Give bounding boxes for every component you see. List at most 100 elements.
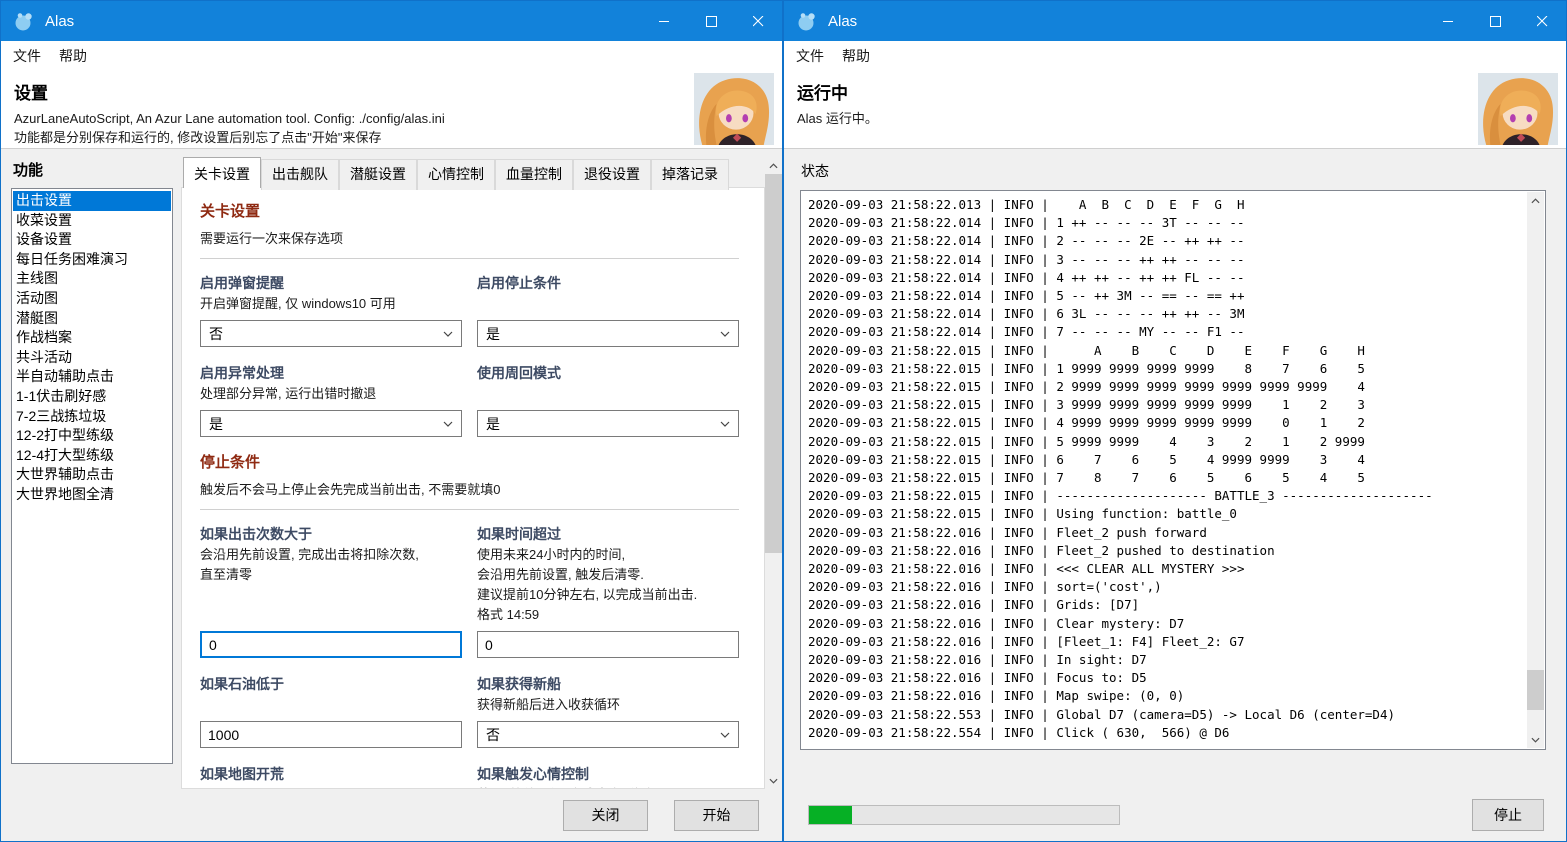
- menu-item[interactable]: 帮助: [50, 42, 96, 70]
- minimize-button[interactable]: [1425, 1, 1472, 41]
- log-line: 2020-09-03 21:58:22.015 | INFO | -------…: [808, 487, 1525, 505]
- sidebar-item[interactable]: 每日任务困难演习: [13, 250, 171, 270]
- log-line: 2020-09-03 21:58:22.015 | INFO | 6 7 6 5…: [808, 451, 1525, 469]
- sidebar-item[interactable]: 大世界辅助点击: [13, 465, 171, 485]
- dropdown-value: 否: [209, 324, 223, 344]
- tab[interactable]: 心情控制: [417, 159, 495, 190]
- tab[interactable]: 退役设置: [573, 159, 651, 190]
- sidebar-item[interactable]: 7-2三战拣垃圾: [13, 407, 171, 427]
- page-title: 设置: [14, 79, 782, 104]
- maximize-button[interactable]: [1472, 1, 1519, 41]
- progress-fill: [809, 806, 852, 824]
- app-header: 设置 AzurLaneAutoScript, An Azur Lane auto…: [1, 70, 782, 149]
- minimize-button[interactable]: [641, 1, 688, 41]
- log-line: 2020-09-03 21:58:22.015 | INFO | 7 8 7 6…: [808, 469, 1525, 487]
- log-line: 2020-09-03 21:58:22.016 | INFO | Fleet_2…: [808, 542, 1525, 560]
- close-app-button[interactable]: 关闭: [563, 800, 648, 831]
- section-subtitle: 需要运行一次来保存选项: [200, 230, 739, 248]
- log-line: 2020-09-03 21:58:22.014 | INFO | 5 -- ++…: [808, 287, 1525, 305]
- sidebar-item[interactable]: 活动图: [13, 289, 171, 309]
- scroll-up-icon[interactable]: [765, 157, 782, 174]
- chevron-down-icon: [720, 331, 730, 337]
- sidebar-item[interactable]: 收菜设置: [13, 211, 171, 231]
- field-label: 如果石油低于: [200, 674, 462, 695]
- sidebar-item[interactable]: 共斗活动: [13, 348, 171, 368]
- sidebar-item[interactable]: 作战档案: [13, 328, 171, 348]
- form-field: 如果触发心情控制若是, 等待回复, 完成本次, 停止: [477, 764, 739, 789]
- log-line: 2020-09-03 21:58:22.016 | INFO | sort=('…: [808, 578, 1525, 596]
- maximize-button[interactable]: [688, 1, 735, 41]
- menu-bar: 文件帮助: [1, 41, 782, 70]
- sidebar-item[interactable]: 12-2打中型练级: [13, 426, 171, 446]
- function-list: 出击设置收菜设置设备设置每日任务困难演习主线图活动图潜艇图作战档案共斗活动半自动…: [11, 188, 173, 764]
- log-scrollbar[interactable]: [1527, 192, 1544, 748]
- tab[interactable]: 出击舰队: [261, 159, 339, 190]
- menu-item[interactable]: 文件: [787, 42, 833, 70]
- log-line: 2020-09-03 21:58:22.014 | INFO | 7 -- --…: [808, 323, 1525, 341]
- maximize-icon: [706, 16, 717, 27]
- tab[interactable]: 关卡设置: [183, 157, 261, 188]
- log-line: 2020-09-03 21:58:22.015 | INFO | A B C D…: [808, 342, 1525, 360]
- scroll-down-icon[interactable]: [765, 772, 782, 789]
- start-button[interactable]: 开始: [674, 800, 759, 831]
- sidebar-item[interactable]: 主线图: [13, 269, 171, 289]
- menu-item[interactable]: 文件: [4, 42, 50, 70]
- dropdown[interactable]: 否: [200, 320, 462, 347]
- titlebar[interactable]: Alas: [784, 1, 1566, 41]
- close-icon: [1537, 16, 1548, 27]
- divider: [200, 509, 739, 510]
- field-label: 使用周回模式: [477, 363, 739, 384]
- sidebar-item[interactable]: 12-4打大型练级: [13, 446, 171, 466]
- sidebar-item[interactable]: 1-1伏击刷好感: [13, 387, 171, 407]
- field-description: 使用未来24小时内的时间, 会沿用先前设置, 触发后清零. 建议提前10分钟左右…: [477, 545, 739, 625]
- footer: 关闭 开始: [1, 789, 782, 841]
- scrollbar-thumb[interactable]: [765, 174, 782, 553]
- sidebar-item[interactable]: 半自动辅助点击: [13, 367, 171, 387]
- dropdown[interactable]: 是: [477, 320, 739, 347]
- scroll-down-icon[interactable]: [1527, 731, 1544, 748]
- sidebar-title: 功能: [13, 159, 173, 180]
- window-title: Alas: [45, 13, 74, 30]
- dropdown-value: 否: [486, 725, 500, 745]
- log-line: 2020-09-03 21:58:22.016 | INFO | Focus t…: [808, 669, 1525, 687]
- dropdown[interactable]: 否: [477, 721, 739, 748]
- spacer: [200, 695, 462, 701]
- form-row: 如果出击次数大于会沿用先前设置, 完成出击将扣除次数, 直至清零如果时间超过使用…: [200, 524, 739, 658]
- sidebar-item[interactable]: 设备设置: [13, 230, 171, 250]
- menu-bar: 文件帮助: [784, 41, 1566, 70]
- log-line: 2020-09-03 21:58:22.014 | INFO | 3 -- --…: [808, 251, 1525, 269]
- content-scrollbar[interactable]: [765, 157, 782, 789]
- chevron-down-icon: [443, 421, 453, 427]
- scroll-up-icon[interactable]: [1527, 192, 1544, 209]
- text-input[interactable]: [200, 631, 462, 658]
- sidebar-item[interactable]: 出击设置: [13, 191, 171, 211]
- close-button[interactable]: [1519, 1, 1566, 41]
- text-input[interactable]: [477, 631, 739, 658]
- dropdown[interactable]: 是: [200, 410, 462, 437]
- titlebar[interactable]: Alas: [1, 1, 782, 41]
- field-label: 启用异常处理: [200, 363, 462, 384]
- stop-button[interactable]: 停止: [1472, 799, 1544, 831]
- tab[interactable]: 掉落记录: [651, 159, 729, 190]
- menu-item[interactable]: 帮助: [833, 42, 879, 70]
- spacer: [200, 785, 462, 789]
- sidebar-item[interactable]: 大世界地图全清: [13, 485, 171, 505]
- log-line: 2020-09-03 21:58:22.015 | INFO | 1 9999 …: [808, 360, 1525, 378]
- tab-bar: 关卡设置出击舰队潜艇设置心情控制血量控制退役设置掉落记录: [181, 157, 782, 188]
- scrollbar-thumb[interactable]: [1527, 670, 1544, 710]
- spacer: [477, 294, 739, 300]
- tab[interactable]: 潜艇设置: [339, 159, 417, 190]
- text-input[interactable]: [200, 721, 462, 748]
- chevron-down-icon: [720, 732, 730, 738]
- chevron-down-icon: [720, 331, 730, 337]
- sidebar-item[interactable]: 潜艇图: [13, 309, 171, 329]
- avatar: [694, 73, 774, 145]
- app-header: 运行中 Alas 运行中。: [784, 70, 1566, 149]
- chevron-down-icon: [720, 421, 730, 427]
- log-line: 2020-09-03 21:58:22.014 | INFO | 2 -- --…: [808, 232, 1525, 250]
- close-button[interactable]: [735, 1, 782, 41]
- chevron-down-icon: [443, 331, 453, 337]
- tab[interactable]: 血量控制: [495, 159, 573, 190]
- log-line: 2020-09-03 21:58:22.014 | INFO | 1 ++ --…: [808, 214, 1525, 232]
- dropdown[interactable]: 是: [477, 410, 739, 437]
